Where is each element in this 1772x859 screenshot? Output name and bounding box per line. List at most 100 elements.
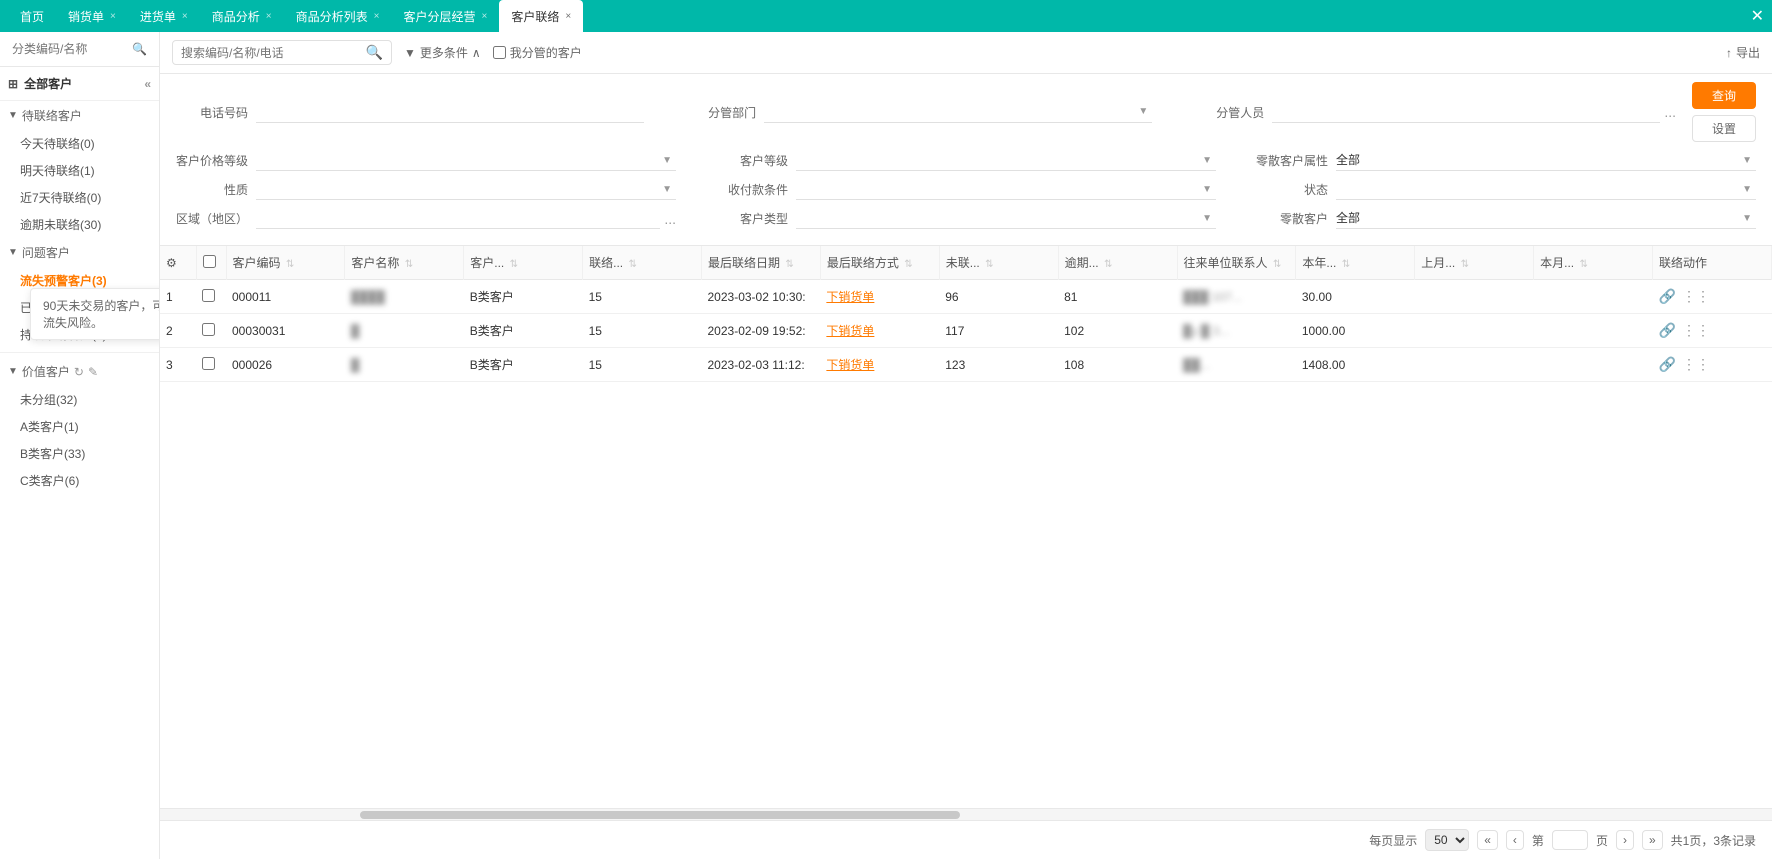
nav-tab-analysis[interactable]: 商品分析 × bbox=[200, 0, 284, 32]
sidebar-all-customers[interactable]: ⊞ 全部客户 « bbox=[0, 67, 159, 101]
close-analysis-tab[interactable]: × bbox=[266, 11, 272, 22]
col-contact[interactable]: 联络... ⇅ bbox=[583, 246, 702, 280]
row-checkbox[interactable] bbox=[202, 289, 215, 302]
col-name[interactable]: 客户名称 ⇅ bbox=[345, 246, 464, 280]
nav-tab-analysis-list[interactable]: 商品分析列表 × bbox=[284, 0, 392, 32]
price-level-label: 客户价格等级 bbox=[176, 152, 256, 169]
page-number-input[interactable]: 1 bbox=[1552, 830, 1588, 850]
col-settings[interactable]: ⚙ bbox=[160, 246, 196, 280]
scrollbar-thumb[interactable] bbox=[360, 811, 960, 819]
phone-label: 电话号码 bbox=[176, 104, 256, 121]
prev-page-button[interactable]: ‹ bbox=[1506, 830, 1524, 850]
region-input[interactable] bbox=[256, 208, 660, 229]
close-sales-tab[interactable]: × bbox=[110, 11, 116, 22]
dept-select[interactable] bbox=[764, 102, 1152, 122]
link-action-icon[interactable]: 🔗 bbox=[1659, 356, 1676, 373]
more-options-dots[interactable]: ... bbox=[1664, 104, 1676, 120]
first-page-button[interactable]: « bbox=[1477, 830, 1498, 850]
payment-select[interactable] bbox=[796, 179, 1216, 199]
customer-level-label: 客户等级 bbox=[716, 152, 796, 169]
sidebar-search-icon[interactable]: 🔍 bbox=[132, 42, 147, 56]
sidebar-item-a-class[interactable]: A类客户(1) bbox=[0, 413, 159, 440]
my-customers-checkbox-wrap[interactable]: 我分管的客户 bbox=[493, 44, 582, 61]
link-action-icon[interactable]: 🔗 bbox=[1659, 322, 1676, 339]
zero-attr-select[interactable]: 全部 bbox=[1336, 150, 1756, 170]
sort-icon-code: ⇅ bbox=[286, 259, 294, 270]
data-table: ⚙ 客户编码 ⇅ 客户名称 ⇅ 客户... bbox=[160, 246, 1772, 382]
sidebar-group-value[interactable]: ▼ 价值客户 ↻ ✎ bbox=[0, 357, 159, 386]
chevron-down-icon: ∧ bbox=[472, 46, 481, 60]
settings-button[interactable]: 设置 bbox=[1692, 115, 1756, 142]
select-all-checkbox[interactable] bbox=[203, 255, 216, 268]
more-action-icon[interactable]: ⋮⋮ bbox=[1682, 322, 1710, 339]
arrow-down-icon-2: ▼ bbox=[8, 247, 18, 258]
more-action-icon[interactable]: ⋮⋮ bbox=[1682, 288, 1710, 305]
sidebar-group-pending[interactable]: ▼ 待联络客户 bbox=[0, 101, 159, 130]
sidebar-item-tomorrow[interactable]: 明天待联络(1) bbox=[0, 157, 159, 184]
sidebar-item-c-class[interactable]: C类客户(6) bbox=[0, 467, 159, 494]
query-button[interactable]: 查询 bbox=[1692, 82, 1756, 109]
nav-tab-sales[interactable]: 销货单 × bbox=[56, 0, 128, 32]
main-layout: 🔍 ⊞ 全部客户 « ▼ 待联络客户 今天待联络(0) 明天待联络(1) 近7天… bbox=[0, 32, 1772, 859]
customer-type-select[interactable] bbox=[796, 208, 1216, 228]
row-checkbox[interactable] bbox=[202, 357, 215, 370]
refresh-icon[interactable]: ↻ bbox=[74, 365, 84, 379]
close-analysis-list-tab[interactable]: × bbox=[374, 11, 380, 22]
next-page-button[interactable]: › bbox=[1616, 830, 1634, 850]
row-last-date: 2023-03-02 10:30: bbox=[702, 280, 821, 314]
person-input[interactable] bbox=[1272, 102, 1660, 123]
last-page-button[interactable]: » bbox=[1642, 830, 1663, 850]
status-label: 状态 bbox=[1256, 181, 1336, 198]
sidebar-collapse-btn[interactable]: « bbox=[144, 77, 151, 91]
row-name: █ bbox=[345, 314, 464, 348]
close-customer-contact-tab[interactable]: × bbox=[565, 11, 571, 22]
price-level-select[interactable] bbox=[256, 150, 676, 170]
sidebar-group-problem[interactable]: ▼ 问题客户 bbox=[0, 238, 159, 267]
close-customer-layer-tab[interactable]: × bbox=[481, 11, 487, 22]
sidebar-item-today[interactable]: 今天待联络(0) bbox=[0, 130, 159, 157]
col-last-date[interactable]: 最后联络日期 ⇅ bbox=[702, 246, 821, 280]
row-checkbox[interactable] bbox=[202, 323, 215, 336]
chevron-icon: ▼ bbox=[1138, 106, 1148, 117]
filter-nature: 性质 ▼ bbox=[176, 179, 676, 200]
col-no-contact[interactable]: 未联... ⇅ bbox=[939, 246, 1058, 280]
sidebar-search-input[interactable] bbox=[8, 40, 151, 58]
col-last-method[interactable]: 最后联络方式 ⇅ bbox=[820, 246, 939, 280]
export-icon: ↑ bbox=[1726, 46, 1732, 60]
search-input[interactable] bbox=[181, 46, 366, 60]
sidebar-item-overdue[interactable]: 逾期未联络(30) bbox=[0, 211, 159, 238]
zero-customer-select[interactable]: 全部 bbox=[1336, 208, 1756, 228]
horizontal-scrollbar[interactable] bbox=[160, 808, 1772, 820]
sidebar: 🔍 ⊞ 全部客户 « ▼ 待联络客户 今天待联络(0) 明天待联络(1) 近7天… bbox=[0, 32, 160, 859]
col-this-year[interactable]: 本年... ⇅ bbox=[1296, 246, 1415, 280]
export-button[interactable]: ↑ 导出 bbox=[1726, 44, 1760, 61]
col-unit-contact[interactable]: 往来单位联系人 ⇅ bbox=[1177, 246, 1296, 280]
nav-tab-customer-contact[interactable]: 客户联络 × bbox=[499, 0, 583, 32]
col-overdue[interactable]: 逾期... ⇅ bbox=[1058, 246, 1177, 280]
sidebar-item-ungrouped[interactable]: 未分组(32) bbox=[0, 386, 159, 413]
status-select[interactable] bbox=[1336, 179, 1756, 199]
link-action-icon[interactable]: 🔗 bbox=[1659, 288, 1676, 305]
more-conditions-button[interactable]: ▼ 更多条件 ∧ bbox=[404, 44, 481, 61]
col-last-month[interactable]: 上月... ⇅ bbox=[1415, 246, 1534, 280]
col-code[interactable]: 客户编码 ⇅ bbox=[226, 246, 345, 280]
window-close-button[interactable]: ✕ bbox=[1751, 6, 1764, 26]
nature-select[interactable] bbox=[256, 179, 676, 199]
search-icon[interactable]: 🔍 bbox=[366, 44, 383, 61]
close-purchase-tab[interactable]: × bbox=[182, 11, 188, 22]
tooltip-problem-customers: 90天未交易的客户，可能有流失风险。 bbox=[30, 288, 160, 340]
nav-tab-customer-layer[interactable]: 客户分层经营 × bbox=[391, 0, 499, 32]
more-action-icon[interactable]: ⋮⋮ bbox=[1682, 356, 1710, 373]
edit-icon[interactable]: ✎ bbox=[88, 365, 98, 379]
col-type[interactable]: 客户... ⇅ bbox=[464, 246, 583, 280]
phone-input[interactable] bbox=[256, 102, 644, 123]
sidebar-item-b-class[interactable]: B类客户(33) bbox=[0, 440, 159, 467]
region-more-dots[interactable]: ... bbox=[664, 211, 676, 227]
col-this-month[interactable]: 本月... ⇅ bbox=[1534, 246, 1653, 280]
sidebar-item-7days[interactable]: 近7天待联络(0) bbox=[0, 184, 159, 211]
my-customers-checkbox[interactable] bbox=[493, 46, 506, 59]
page-size-select[interactable]: 50 bbox=[1425, 829, 1469, 851]
nav-home[interactable]: 首页 bbox=[8, 8, 56, 25]
customer-level-select[interactable] bbox=[796, 150, 1216, 170]
nav-tab-purchase[interactable]: 进货单 × bbox=[128, 0, 200, 32]
